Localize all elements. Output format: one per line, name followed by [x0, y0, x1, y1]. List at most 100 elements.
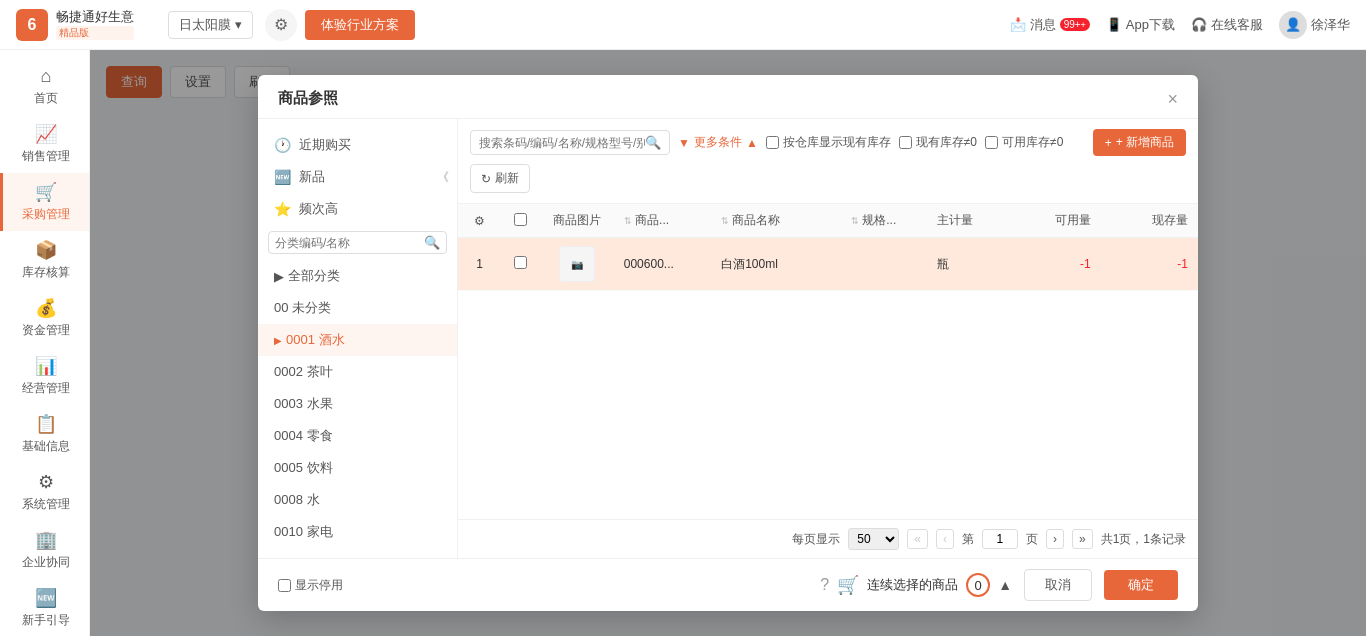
- sidebar-item-finance[interactable]: 💰 资金管理: [0, 289, 89, 347]
- home-icon: ⌂: [41, 66, 52, 87]
- sidebar-label-ops: 经营管理: [22, 380, 70, 397]
- confirm-button[interactable]: 确定: [1104, 570, 1178, 600]
- checkbox-warehouse-stock[interactable]: 按仓库显示现有库存: [766, 134, 891, 151]
- cart-count: 0: [966, 573, 990, 597]
- checkbox-nonzero-stock[interactable]: 现有库存≠0: [899, 134, 977, 151]
- sidebar-item-home[interactable]: ⌂ 首页: [0, 58, 89, 115]
- modal-close-button[interactable]: ×: [1167, 90, 1178, 108]
- category-0008[interactable]: 0008 水: [258, 484, 457, 516]
- corp-icon: 🏢: [35, 529, 57, 551]
- purchase-icon: 🛒: [35, 181, 57, 203]
- help-icon[interactable]: ?: [820, 576, 829, 594]
- sidebar-label-basic: 基础信息: [22, 438, 70, 455]
- category-0005[interactable]: 0005 饮料: [258, 452, 457, 484]
- category-0010[interactable]: 0010 家电: [258, 516, 457, 548]
- category-0003[interactable]: 0003 水果: [258, 388, 457, 420]
- active-arrow-icon: ▶: [274, 335, 282, 346]
- modal-body: 🕐 近期购买 🆕 新品 ⭐ 频次高: [258, 119, 1198, 558]
- cart-area: ? 🛒 连续选择的商品 0 ▲: [820, 573, 1012, 597]
- show-disabled-checkbox[interactable]: 显示停用: [278, 577, 343, 594]
- sidebar-item-basic[interactable]: 📋 基础信息: [0, 405, 89, 463]
- product-search-input[interactable]: [479, 136, 645, 150]
- trial-button[interactable]: 体验行业方案: [305, 10, 415, 40]
- bell-icon: 📩: [1010, 17, 1026, 32]
- sidebar-item-guide[interactable]: 🆕 新手引导: [0, 579, 89, 636]
- sidebar-label-inventory: 库存核算: [22, 264, 70, 281]
- logo-area: 6 畅捷通好生意 精品版: [16, 9, 156, 41]
- category-all[interactable]: ▶ 全部分类: [258, 260, 457, 292]
- quick-frequent[interactable]: ⭐ 频次高: [258, 193, 367, 225]
- row-checkbox[interactable]: [514, 256, 527, 269]
- row-name: 白酒100ml: [711, 238, 841, 291]
- content-area: 查询 设置 刷新 商品参照 ×: [90, 50, 1366, 636]
- category-00[interactable]: 00 未分类: [258, 292, 457, 324]
- row-spec: [841, 238, 928, 291]
- nav-selector[interactable]: 日太阳膜 ▾: [168, 11, 253, 39]
- col-header-code[interactable]: ⇅ 商品...: [614, 204, 711, 238]
- category-search-input[interactable]: [275, 236, 424, 250]
- row-stock: -1: [1101, 238, 1198, 291]
- prev-page-button[interactable]: ‹: [936, 529, 954, 549]
- col-header-stock: 现存量: [1101, 204, 1198, 238]
- sort-icon-name: ⇅: [721, 216, 729, 226]
- sidebar-item-sales[interactable]: 📈 销售管理: [0, 115, 89, 173]
- left-panel-collapse-button[interactable]: 《: [429, 165, 457, 190]
- last-page-button[interactable]: »: [1072, 529, 1093, 549]
- next-page-button[interactable]: ›: [1046, 529, 1064, 549]
- refresh-button[interactable]: ↻ 刷新: [470, 164, 530, 193]
- logo-icon: 6: [16, 9, 48, 41]
- plus-icon: +: [1105, 136, 1112, 150]
- search-submit-icon[interactable]: 🔍: [645, 135, 661, 150]
- product-reference-modal: 商品参照 × 🕐 近期购买: [258, 75, 1198, 611]
- user-avatar[interactable]: 👤 徐泽华: [1279, 11, 1350, 39]
- product-table-area: ⚙ 商品图片 ⇅ 商品...: [458, 204, 1198, 519]
- col-header-spec[interactable]: ⇅ 规格...: [841, 204, 928, 238]
- table-row[interactable]: 1 📷 000600... 白酒100ml: [458, 238, 1198, 291]
- pagination-bar: 每页显示 50 10 20 100 « ‹ 第 页: [458, 519, 1198, 558]
- app-download-btn[interactable]: 📱 App下载: [1106, 16, 1175, 34]
- sidebar-label-home: 首页: [34, 90, 58, 107]
- page-suffix: 页: [1026, 531, 1038, 548]
- logo-line2: 精品版: [56, 26, 134, 40]
- search-icon[interactable]: 🔍: [424, 235, 440, 250]
- modal-right-panel: 🔍 ▼ 更多条件 ▲ 按仓库显示现有库存: [458, 119, 1198, 558]
- row-num: 1: [458, 238, 501, 291]
- cancel-button[interactable]: 取消: [1024, 569, 1092, 601]
- cart-collapse-icon[interactable]: ▲: [998, 577, 1012, 593]
- sidebar-item-purchase[interactable]: 🛒 采购管理: [0, 173, 89, 231]
- quick-recent[interactable]: 🕐 近期购买: [258, 129, 367, 161]
- table-settings-icon[interactable]: ⚙: [474, 214, 485, 228]
- sort-icon-spec: ⇅: [851, 216, 859, 226]
- category-0004[interactable]: 0004 零食: [258, 420, 457, 452]
- total-records: 共1页，1条记录: [1101, 531, 1186, 548]
- arrow-icon: ▶: [274, 269, 284, 284]
- online-service-btn[interactable]: 🎧 在线客服: [1191, 16, 1263, 34]
- sidebar-item-system[interactable]: ⚙ 系统管理: [0, 463, 89, 521]
- cart-icon[interactable]: 🛒: [837, 574, 859, 596]
- page-number-input[interactable]: [982, 529, 1018, 549]
- filter-more-btn[interactable]: ▼ 更多条件 ▲: [678, 134, 758, 151]
- sidebar-label-purchase: 采购管理: [22, 206, 70, 223]
- select-all-checkbox[interactable]: [514, 213, 527, 226]
- checkbox-nonzero-avail[interactable]: 可用库存≠0: [985, 134, 1063, 151]
- col-header-name[interactable]: ⇅ 商品名称: [711, 204, 841, 238]
- quick-new[interactable]: 🆕 新品: [258, 161, 367, 193]
- per-page-select[interactable]: 50 10 20 100: [848, 528, 899, 550]
- finance-icon: 💰: [35, 297, 57, 319]
- per-page-label: 每页显示: [792, 531, 840, 548]
- first-page-button[interactable]: «: [907, 529, 928, 549]
- modal-title: 商品参照: [278, 89, 338, 108]
- category-0002[interactable]: 0002 茶叶: [258, 356, 457, 388]
- top-navigation: 6 畅捷通好生意 精品版 日太阳膜 ▾ ⚙ 体验行业方案 📩 消息 99++ 📱…: [0, 0, 1366, 50]
- category-0001[interactable]: ▶ 0001 酒水: [258, 324, 457, 356]
- sidebar-item-ops[interactable]: 📊 经营管理: [0, 347, 89, 405]
- category-list: ▶ 全部分类 00 未分类 ▶ 0001 酒水 0002 茶: [258, 260, 457, 548]
- new-product-button[interactable]: + + 新增商品: [1093, 129, 1186, 156]
- ops-icon: 📊: [35, 355, 57, 377]
- headset-icon: 🎧: [1191, 17, 1207, 32]
- sidebar-item-corp[interactable]: 🏢 企业协同: [0, 521, 89, 579]
- sidebar-item-inventory[interactable]: 📦 库存核算: [0, 231, 89, 289]
- notifications-btn[interactable]: 📩 消息 99++: [1010, 16, 1090, 34]
- settings-icon-button[interactable]: ⚙: [265, 9, 297, 41]
- sidebar-label-guide: 新手引导: [22, 612, 70, 629]
